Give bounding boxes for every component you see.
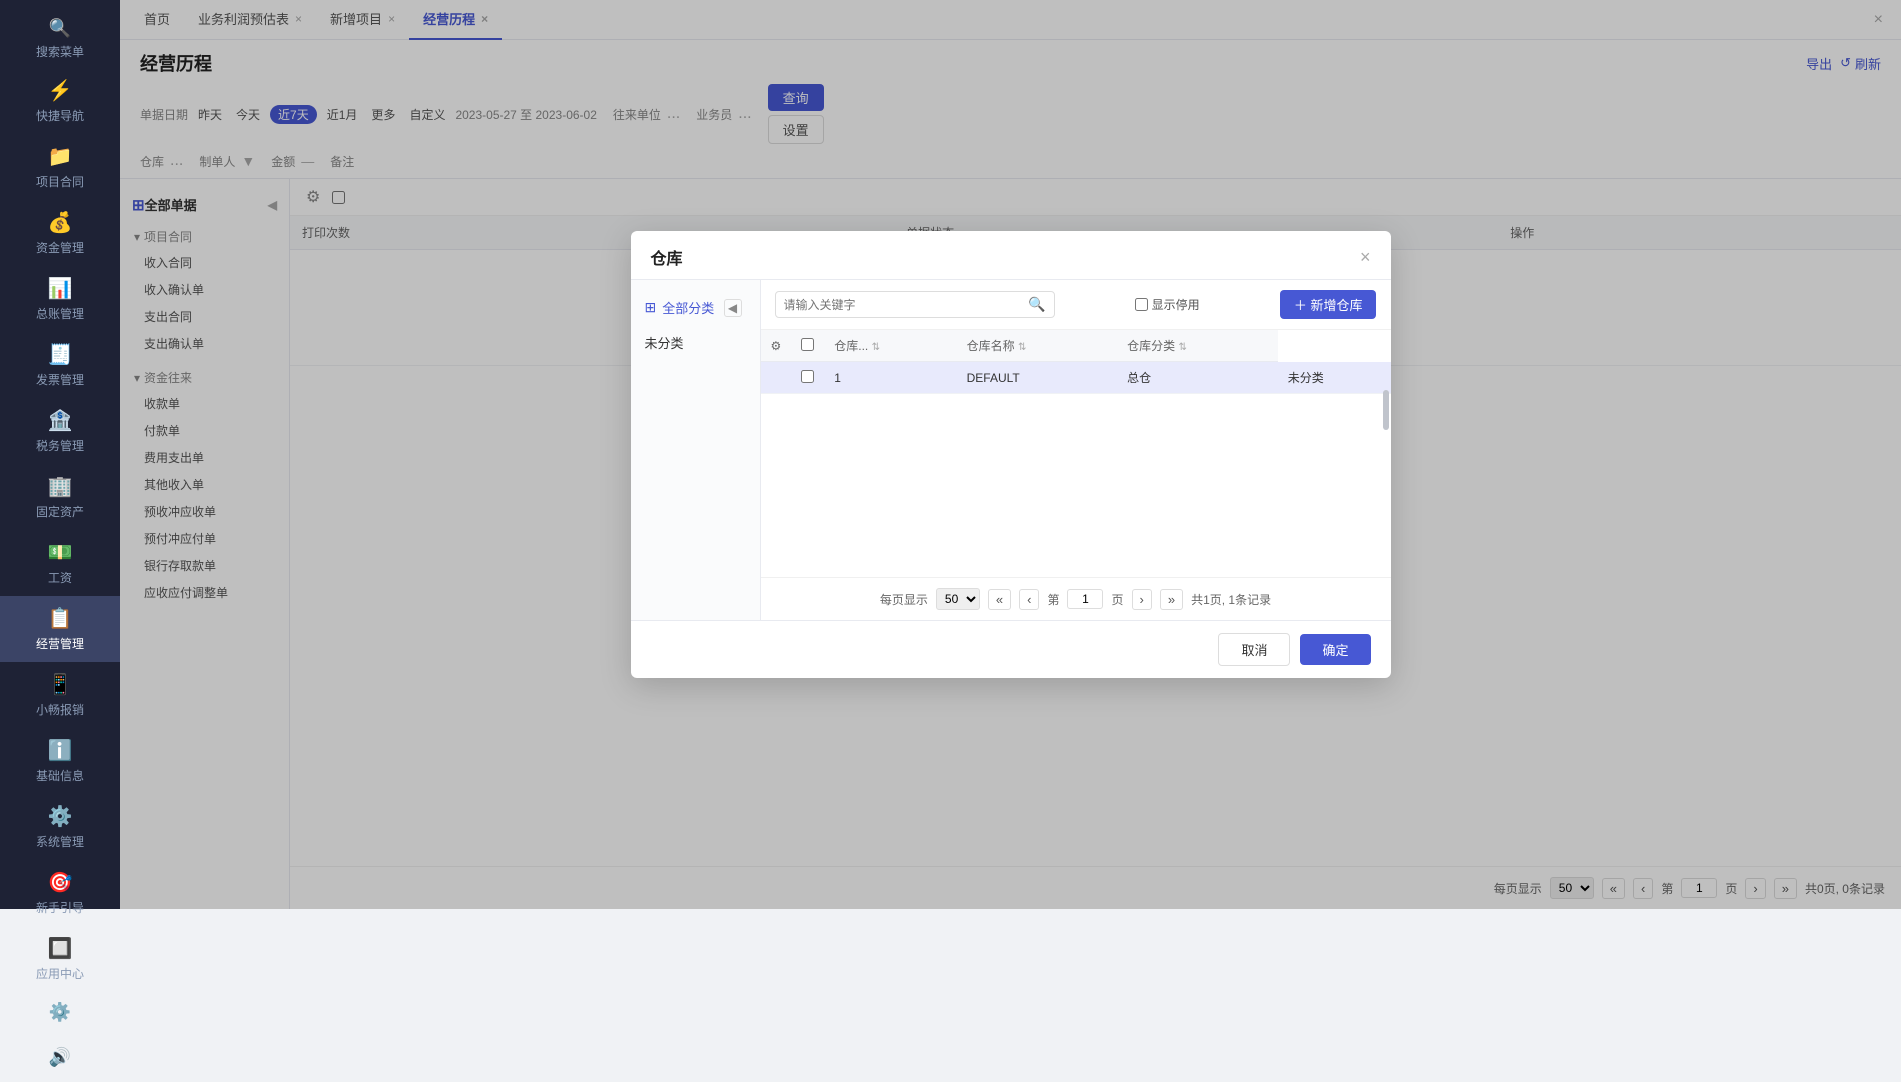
sidebar-item-app-center[interactable]: 🔲 应用中心: [0, 926, 120, 992]
modal-page-size-select[interactable]: 50: [936, 588, 980, 610]
col-warehouse-code: 仓库... ⇅: [824, 330, 956, 362]
modal-table-scroll: ⚙ 仓库... ⇅ 仓库名称 ⇅: [761, 330, 1391, 577]
show-disabled-label[interactable]: 显示停用: [1135, 296, 1200, 313]
sort-arrows-code[interactable]: ⇅: [872, 342, 880, 353]
main-area: 首页 业务利润预估表 × 新增项目 × 经营历程 × × 经营历程 导出 ↺ 刷…: [120, 0, 1901, 909]
modal-page-label-prefix: 第: [1047, 591, 1059, 608]
modal-page-size-label: 每页显示: [880, 591, 928, 608]
grid-icon: ⊞: [645, 299, 657, 316]
modal-actions: 取消 确定: [631, 620, 1391, 678]
app-center-icon: 🔲: [48, 936, 73, 961]
tax-management-icon: 🏦: [48, 408, 73, 433]
scrollbar-thumb[interactable]: [1383, 390, 1389, 430]
payroll-icon: 💵: [48, 540, 73, 565]
warehouse-modal: 仓库 × ⊞ 全部分类 ◀ 未分类: [631, 231, 1391, 678]
new-user-guide-icon: 🎯: [48, 870, 73, 895]
sort-arrows-category[interactable]: ⇅: [1179, 342, 1187, 353]
modal-total-records: 共1页, 1条记录: [1191, 591, 1271, 608]
modal-page-number-input[interactable]: [1067, 589, 1103, 609]
volume-icon: 🔊: [49, 1047, 71, 1068]
modal-uncategorized[interactable]: 未分类: [631, 325, 760, 360]
sidebar-item-xiao-chang-marketing[interactable]: 📱 小畅报销: [0, 662, 120, 728]
modal-right-panel: 🔍 显示停用 ＋ 新增仓库 ⚙: [761, 280, 1391, 620]
sidebar-settings-button[interactable]: ⚙️: [0, 992, 120, 1037]
sidebar-item-basic-info[interactable]: ℹ️ 基础信息: [0, 728, 120, 794]
modal-header: 仓库 ×: [631, 231, 1391, 280]
sidebar-item-quick-nav[interactable]: ⚡ 快捷导航: [0, 68, 120, 134]
modal-last-page-btn[interactable]: »: [1160, 589, 1183, 610]
col-warehouse-name: 仓库名称 ⇅: [957, 330, 1118, 362]
modal-title: 仓库: [651, 245, 683, 269]
show-disabled-checkbox[interactable]: [1135, 298, 1148, 311]
modal-search-icon[interactable]: 🔍: [1028, 296, 1045, 313]
quick-nav-icon: ⚡: [48, 78, 73, 103]
row-index: 1: [824, 362, 956, 394]
system-management-icon: ⚙️: [48, 804, 73, 829]
invoice-management-icon: 🧾: [48, 342, 73, 367]
modal-first-page-btn[interactable]: «: [988, 589, 1011, 610]
sort-arrows-name[interactable]: ⇅: [1018, 342, 1026, 353]
sidebar: 🔍 搜索菜单 ⚡ 快捷导航 📁 项目合同 💰 资金管理 📊 总账管理 🧾 发票管…: [0, 0, 120, 909]
xiao-chang-marketing-icon: 📱: [48, 672, 73, 697]
row-settings: [761, 362, 792, 394]
col-settings-icon-header: ⚙: [761, 330, 792, 362]
sidebar-item-invoice-management[interactable]: 🧾 发票管理: [0, 332, 120, 398]
modal-cancel-button[interactable]: 取消: [1218, 633, 1290, 666]
sidebar-item-tax-management[interactable]: 🏦 税务管理: [0, 398, 120, 464]
sidebar-item-general-ledger[interactable]: 📊 总账管理: [0, 266, 120, 332]
col-checkbox-header: [791, 330, 824, 362]
modal-right-toolbar: 🔍 显示停用 ＋ 新增仓库: [761, 280, 1391, 330]
row-name: 总仓: [1117, 362, 1278, 394]
warehouse-table-row[interactable]: 1 DEFAULT 总仓 未分类: [761, 362, 1391, 394]
sidebar-volume-button[interactable]: 🔊: [0, 1037, 120, 1082]
sidebar-item-payroll[interactable]: 💵 工资: [0, 530, 120, 596]
modal-confirm-button[interactable]: 确定: [1300, 634, 1370, 665]
modal-select-all-checkbox[interactable]: [801, 338, 814, 351]
sidebar-item-fixed-assets[interactable]: 🏢 固定资产: [0, 464, 120, 530]
sidebar-item-project-contract[interactable]: 📁 项目合同: [0, 134, 120, 200]
modal-page-label: 页: [1111, 591, 1123, 608]
modal-search-input[interactable]: [784, 298, 1029, 312]
project-contract-icon: 📁: [48, 144, 73, 169]
search-menu-icon: 🔍: [49, 18, 71, 39]
row-checkbox: [791, 362, 824, 394]
add-warehouse-button[interactable]: ＋ 新增仓库: [1280, 290, 1377, 319]
modal-pagination: 每页显示 50 « ‹ 第 页 › » 共1页, 1条记录: [761, 577, 1391, 620]
settings-icon: ⚙️: [49, 1002, 71, 1023]
modal-search-box[interactable]: 🔍: [775, 291, 1055, 318]
row-select-checkbox[interactable]: [801, 370, 814, 383]
sidebar-item-operations-management[interactable]: 📋 经营管理: [0, 596, 120, 662]
row-code: DEFAULT: [957, 362, 1118, 394]
modal-body: ⊞ 全部分类 ◀ 未分类 🔍: [631, 280, 1391, 620]
modal-left-panel: ⊞ 全部分类 ◀ 未分类: [631, 280, 761, 620]
operations-management-icon: 📋: [48, 606, 73, 631]
sidebar-item-fund-management[interactable]: 💰 资金管理: [0, 200, 120, 266]
modal-next-page-btn[interactable]: ›: [1132, 589, 1152, 610]
general-ledger-icon: 📊: [48, 276, 73, 301]
sidebar-item-new-user-guide[interactable]: 🎯 新手引导: [0, 860, 120, 926]
modal-close-button[interactable]: ×: [1360, 247, 1371, 268]
col-warehouse-category: 仓库分类 ⇅: [1117, 330, 1278, 362]
fund-management-icon: 💰: [48, 210, 73, 235]
sidebar-item-search-menu[interactable]: 🔍 搜索菜单: [0, 10, 120, 68]
modal-left-collapse-btn[interactable]: ◀: [724, 299, 742, 317]
sidebar-item-system-management[interactable]: ⚙️ 系统管理: [0, 794, 120, 860]
modal-all-categories[interactable]: ⊞ 全部分类 ◀: [631, 290, 760, 325]
sidebar-bottom: ⚙️ 🔊: [0, 992, 120, 1082]
modal-prev-page-btn[interactable]: ‹: [1019, 589, 1039, 610]
row-category: 未分类: [1278, 362, 1391, 394]
basic-info-icon: ℹ️: [48, 738, 73, 763]
modal-table: ⚙ 仓库... ⇅ 仓库名称 ⇅: [761, 330, 1391, 394]
modal-overlay: 仓库 × ⊞ 全部分类 ◀ 未分类: [120, 0, 1901, 909]
fixed-assets-icon: 🏢: [48, 474, 73, 499]
